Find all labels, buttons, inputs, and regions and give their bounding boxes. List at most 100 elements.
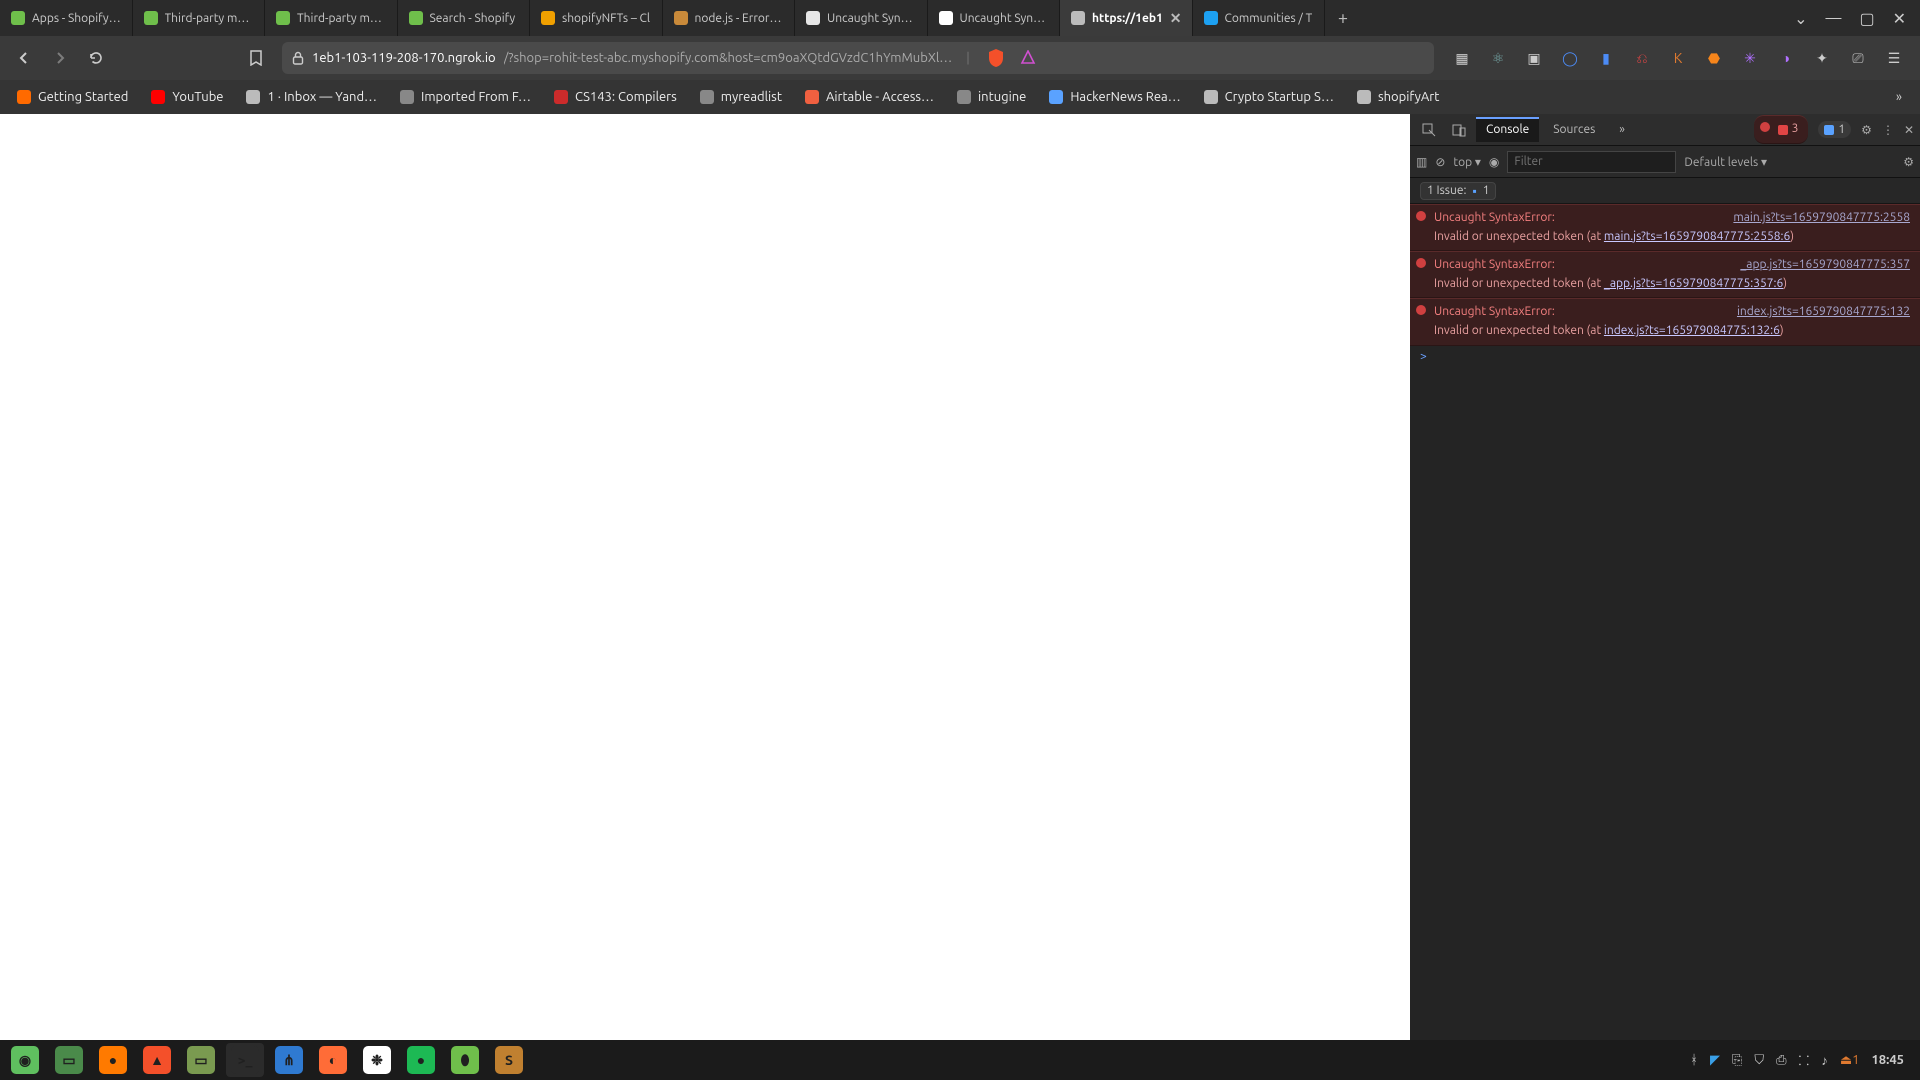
bookmarks-overflow-icon[interactable]: » bbox=[1886, 90, 1912, 104]
wifi-icon[interactable]: ⸬ bbox=[1799, 1051, 1810, 1069]
browser-tab[interactable]: https://1eb1✕ bbox=[1060, 0, 1193, 36]
clipboard-tray-icon[interactable]: ⎘ bbox=[1732, 1053, 1742, 1068]
browser-tab[interactable]: Third-party mark bbox=[265, 0, 398, 36]
inspect-element-icon[interactable] bbox=[1416, 114, 1442, 146]
shield-tray-icon[interactable]: ⛉ bbox=[1754, 1053, 1764, 1068]
ext-purple-icon[interactable]: ✳ bbox=[1740, 48, 1760, 68]
brave-rewards-icon[interactable] bbox=[1016, 46, 1040, 70]
reload-button[interactable] bbox=[80, 42, 112, 74]
ext-dot-icon[interactable]: ◑ bbox=[1776, 48, 1796, 68]
devtools-settings-icon[interactable]: ⚙ bbox=[1861, 123, 1872, 137]
console-levels[interactable]: Default levels ▾ bbox=[1684, 155, 1767, 169]
bookmark-item[interactable]: Getting Started bbox=[8, 85, 136, 109]
taskbar-vscode[interactable]: ⋔ bbox=[270, 1043, 308, 1077]
pip-icon[interactable]: ▣ bbox=[1524, 48, 1544, 68]
taskbar-files-green[interactable]: ▭ bbox=[50, 1043, 88, 1077]
bluetooth-icon[interactable]: ᚼ bbox=[1690, 1053, 1698, 1067]
chrome-ext-icon[interactable]: ◯ bbox=[1560, 48, 1580, 68]
bookmark-item[interactable]: YouTube bbox=[142, 85, 231, 109]
extensions-icon[interactable]: ✦ bbox=[1812, 48, 1832, 68]
error-source-link[interactable]: index.js?ts=1659790847775:132 bbox=[1737, 303, 1910, 322]
error-location-link[interactable]: index.js?ts=165979084775:132:6 bbox=[1604, 324, 1780, 337]
metamask-icon[interactable]: ⬣ bbox=[1704, 48, 1724, 68]
clock[interactable]: 18:45 bbox=[1871, 1053, 1904, 1067]
ext-red-icon[interactable]: ⎌ bbox=[1632, 48, 1652, 68]
ext-k-icon[interactable]: K bbox=[1668, 48, 1688, 68]
tab-close-icon[interactable]: ✕ bbox=[1170, 11, 1182, 25]
browser-tab[interactable]: Apps - Shopify Pa bbox=[0, 0, 133, 36]
error-count-badge[interactable]: 3 bbox=[1754, 115, 1809, 144]
window-maximize-icon[interactable]: ▢ bbox=[1859, 9, 1874, 28]
sound-icon[interactable]: ♪ bbox=[1821, 1053, 1828, 1068]
taskbar-skype[interactable]: S bbox=[490, 1043, 528, 1077]
console-clear-icon[interactable]: ⊘ bbox=[1435, 155, 1445, 169]
bookmark-item[interactable]: shopifyArt bbox=[1348, 85, 1447, 109]
brave-shield-icon[interactable] bbox=[984, 46, 1008, 70]
taskbar-files[interactable]: ▭ bbox=[182, 1043, 220, 1077]
printer-tray-icon[interactable]: ⎙ bbox=[1776, 1053, 1786, 1068]
browser-tab[interactable]: Uncaught Syntax bbox=[928, 0, 1061, 36]
console-error[interactable]: index.js?ts=1659790847775:132Uncaught Sy… bbox=[1410, 298, 1920, 345]
browser-tab[interactable]: Communities / T bbox=[1193, 0, 1326, 36]
browser-tab[interactable]: Search - Shopify bbox=[398, 0, 531, 36]
error-location-link[interactable]: main.js?ts=1659790847775:2558:6 bbox=[1604, 230, 1790, 243]
bookmark-item[interactable]: myreadlist bbox=[691, 85, 790, 109]
bookmark-item[interactable]: intugine bbox=[948, 85, 1034, 109]
update-lock-icon[interactable]: ⏏1 bbox=[1840, 1053, 1860, 1068]
error-source-link[interactable]: _app.js?ts=1659790847775:357 bbox=[1740, 256, 1910, 275]
telegram-tray-icon[interactable]: ◤ bbox=[1710, 1053, 1720, 1068]
taskbar-brave[interactable]: ▲ bbox=[138, 1043, 176, 1077]
taskbar-firefox[interactable]: ● bbox=[94, 1043, 132, 1077]
tab-overflow-icon[interactable]: ⌄ bbox=[1794, 9, 1807, 28]
devtools-close-icon[interactable]: ✕ bbox=[1904, 123, 1914, 137]
bookmark-item[interactable]: Crypto Startup S… bbox=[1195, 85, 1342, 109]
console-prompt[interactable]: > bbox=[1410, 346, 1920, 367]
forward-button[interactable] bbox=[44, 42, 76, 74]
react-devtools-icon[interactable]: ⚛ bbox=[1488, 48, 1508, 68]
taskbar-mint-menu[interactable]: ◉ bbox=[6, 1043, 44, 1077]
error-source-link[interactable]: main.js?ts=1659790847775:2558 bbox=[1733, 209, 1910, 228]
bookmark-label: Crypto Startup S… bbox=[1225, 90, 1334, 104]
console-liveexp-icon[interactable]: ◉ bbox=[1489, 155, 1499, 169]
taskbar-mongodb[interactable]: ⬮ bbox=[446, 1043, 484, 1077]
info-count-badge[interactable]: 1 bbox=[1818, 121, 1851, 138]
taskbar-terminal[interactable]: >_ bbox=[226, 1043, 264, 1077]
issues-chip[interactable]: 1 Issue: ▪ 1 bbox=[1420, 182, 1496, 200]
error-location-link[interactable]: _app.js?ts=1659790847775:357:6 bbox=[1604, 277, 1783, 290]
taskbar-postman[interactable]: ◐ bbox=[314, 1043, 352, 1077]
bookmark-icon[interactable] bbox=[240, 42, 272, 74]
bookmark-item[interactable]: Imported From F… bbox=[391, 85, 539, 109]
bookmark-label: Airtable - Access… bbox=[826, 90, 934, 104]
wallet-icon[interactable]: ▮ bbox=[1596, 48, 1616, 68]
bookmark-item[interactable]: Airtable - Access… bbox=[796, 85, 942, 109]
back-button[interactable] bbox=[8, 42, 40, 74]
taskbar-spotify[interactable]: ● bbox=[402, 1043, 440, 1077]
browser-tab[interactable]: node.js - Error: re bbox=[663, 0, 796, 36]
console-filter-input[interactable] bbox=[1507, 151, 1676, 173]
bookmark-favicon-icon bbox=[399, 89, 415, 105]
tab-more-icon[interactable]: » bbox=[1609, 117, 1635, 142]
browser-tab[interactable]: Uncaught Syntax bbox=[795, 0, 928, 36]
new-tab-button[interactable]: + bbox=[1325, 0, 1361, 36]
download-icon[interactable]: ⎚ bbox=[1848, 48, 1868, 68]
tab-console[interactable]: Console bbox=[1476, 117, 1539, 142]
browser-tab[interactable]: Third-party mark bbox=[133, 0, 266, 36]
bookmark-item[interactable]: 1 · Inbox — Yand… bbox=[237, 85, 385, 109]
menu-icon[interactable]: ☰ bbox=[1884, 48, 1904, 68]
address-bar[interactable]: 1eb1-103-119-208-170.ngrok.io/?shop=rohi… bbox=[282, 42, 1434, 74]
tab-sources[interactable]: Sources bbox=[1543, 117, 1605, 142]
devtools-kebab-icon[interactable]: ⋮ bbox=[1882, 123, 1894, 137]
window-minimize-icon[interactable]: — bbox=[1826, 9, 1842, 27]
console-context[interactable]: top ▾ bbox=[1453, 155, 1481, 169]
console-sidebar-icon[interactable]: ▥ bbox=[1416, 155, 1427, 169]
console-error[interactable]: _app.js?ts=1659790847775:357Uncaught Syn… bbox=[1410, 251, 1920, 298]
console-settings-icon[interactable]: ⚙ bbox=[1903, 155, 1914, 169]
bookmark-item[interactable]: HackerNews Rea… bbox=[1040, 85, 1188, 109]
device-mode-icon[interactable] bbox=[1446, 114, 1472, 146]
console-error[interactable]: main.js?ts=1659790847775:2558Uncaught Sy… bbox=[1410, 204, 1920, 251]
bookmark-item[interactable]: CS143: Compilers bbox=[545, 85, 685, 109]
browser-tab[interactable]: shopifyNFTs – Cl bbox=[530, 0, 663, 36]
taskbar-slack[interactable]: ❉ bbox=[358, 1043, 396, 1077]
qr-icon[interactable]: ▦ bbox=[1452, 48, 1472, 68]
window-close-icon[interactable]: ✕ bbox=[1893, 9, 1906, 28]
